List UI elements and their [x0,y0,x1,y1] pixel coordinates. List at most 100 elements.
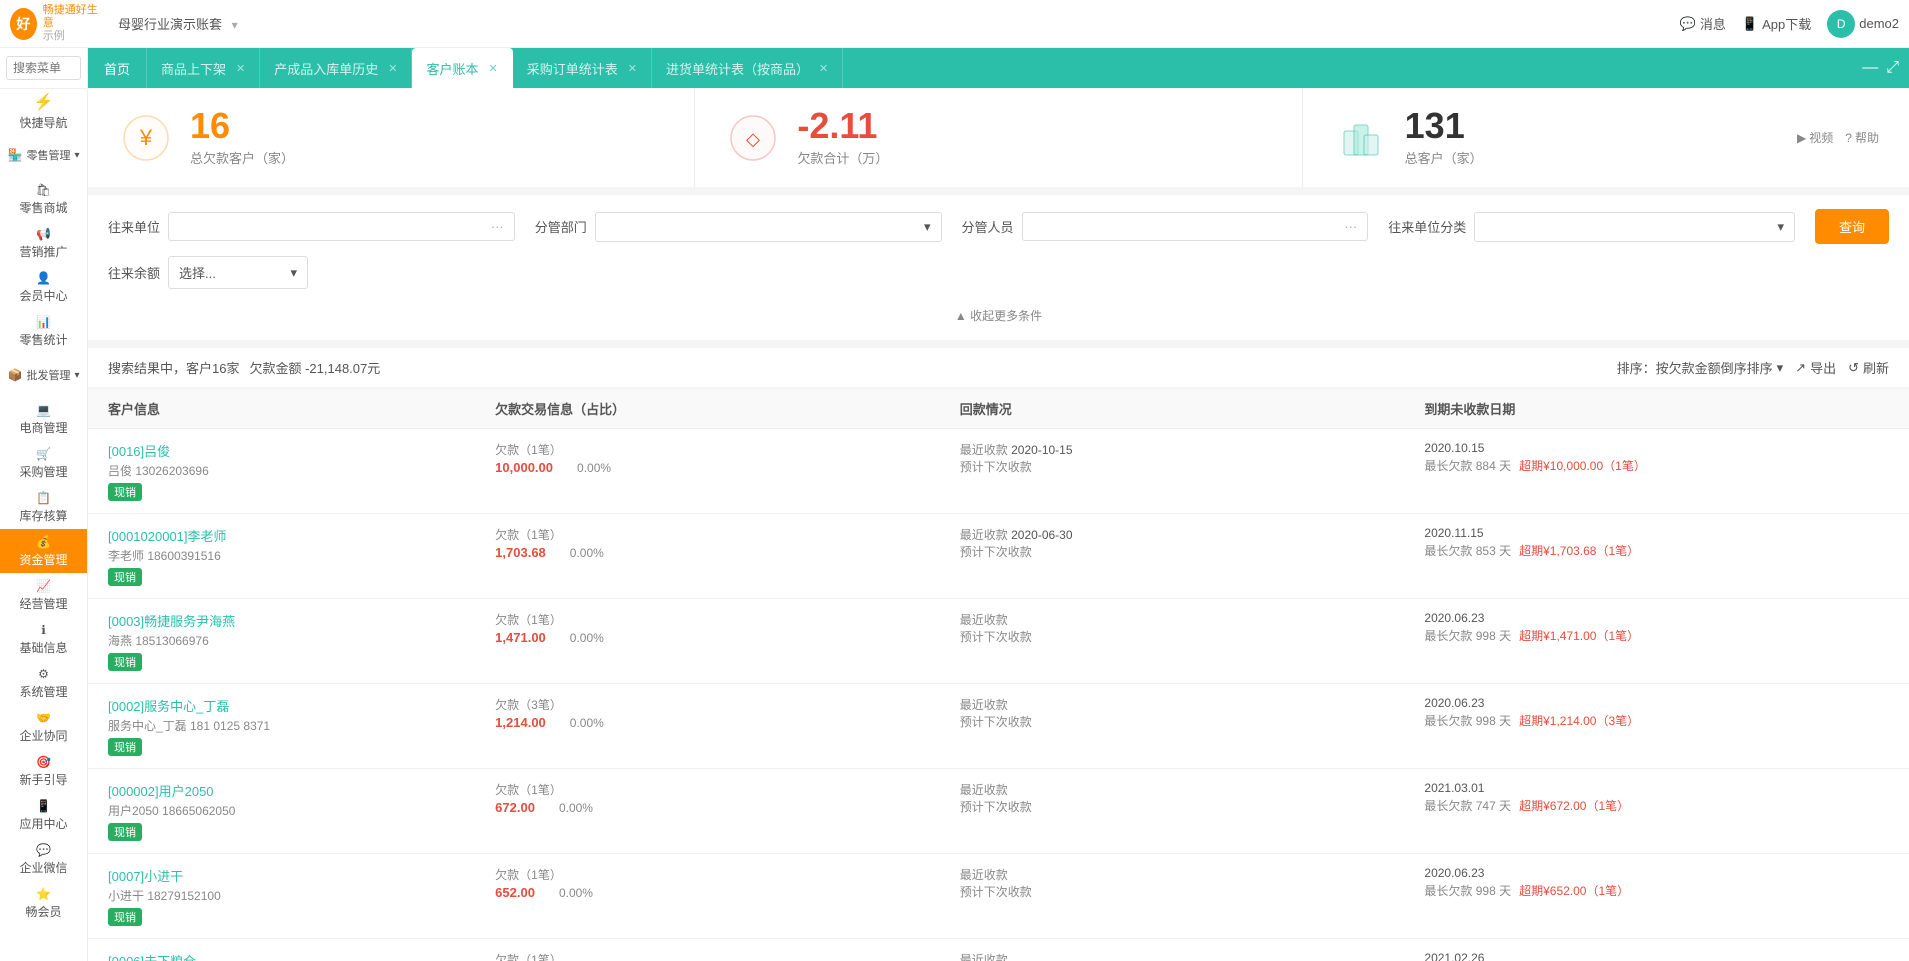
username: demo2 [1859,16,1899,31]
customer-tag: 现销 [108,483,142,501]
overdue-link[interactable]: 超期¥652.00（1笔） [1519,882,1629,899]
tab-home[interactable]: 首页 [88,48,147,88]
sidebar-item-purchase-mgmt[interactable]: 🛒 采购管理 [0,441,87,485]
overdue-cell: 2021.02.26 最长欠款 750 天 超期¥455.90（1笔） [1424,951,1889,961]
next-return-label: 预计下次收款 [960,713,1425,730]
search-input[interactable] [6,56,81,80]
sidebar-label-capital: 资金管理 [19,551,67,568]
tab-close-icon[interactable]: ✕ [236,62,245,75]
overdue-cell: 2020.10.15 最长欠款 884 天 超期¥10,000.00（1笔） [1424,441,1889,474]
customer-name-link[interactable]: [0016]吕俊 [108,444,170,459]
export-button[interactable]: ↗ 导出 [1795,358,1836,377]
tab-minimize-icon[interactable]: — [1862,59,1878,77]
sidebar-item-inventory[interactable]: 📋 库存核算 [0,485,87,529]
ecom-icon: 💻 [36,403,51,417]
sidebar-item-enterprise-wechat[interactable]: 💬 企业微信 [0,837,87,881]
sidebar-item-retail-mgmt[interactable]: 🏪 零售管理 ▾ [0,133,87,177]
refresh-icon: ↺ [1848,360,1859,376]
chevron-down-dept: ▾ [924,219,931,235]
sidebar-item-app-center[interactable]: 📱 应用中心 [0,793,87,837]
message-btn[interactable]: 💬 消息 [1680,14,1726,33]
user-area[interactable]: D demo2 [1827,10,1899,38]
result-actions: 排序：按欠款金额倒序排序 ▾ ↗ 导出 ↺ 刷新 [1617,358,1889,377]
sidebar-item-batch-mgmt[interactable]: 📦 批发管理 ▾ [0,353,87,397]
sidebar-item-retail-mall[interactable]: 🛍 零售商城 [0,177,87,221]
download-icon: 📱 [1742,16,1758,32]
overdue-link[interactable]: 超期¥1,471.00（1笔） [1519,627,1639,644]
sidebar-label-batch-mgmt: 批发管理 [26,367,70,383]
sidebar-item-member-center[interactable]: 👤 会员中心 [0,265,87,309]
tab-close-icon-5[interactable]: ✕ [819,62,828,75]
debt-label: 欠款（1笔） [495,781,960,798]
app-subtitle: 示例 [43,30,98,43]
tab-maximize-icon[interactable]: ⤢ [1886,59,1899,77]
sidebar-label-quick-nav: 快捷导航 [19,114,67,131]
sidebar-item-marketing[interactable]: 📢 营销推广 [0,221,87,265]
stat-card-total-customers: 131 总客户（家） ▶ 视频 ? 帮助 [1303,88,1909,187]
customer-name-link[interactable]: [0003]畅捷服务尹海燕 [108,614,235,629]
tab-close-icon-2[interactable]: ✕ [388,62,397,75]
tab-close-icon-4[interactable]: ✕ [628,62,637,75]
help-btn[interactable]: ? 帮助 [1845,129,1879,146]
sidebar-item-sys-mgmt[interactable]: ⚙ 系统管理 [0,661,87,705]
overdue-link[interactable]: 超期¥1,214.00（3笔） [1519,712,1639,729]
export-icon: ↗ [1795,360,1806,376]
sidebar-item-ecom-mgmt[interactable]: 💻 电商管理 [0,397,87,441]
app-center-icon: 📱 [36,799,51,813]
filter-area: 往来单位 ··· 分管部门 ▾ [88,195,1909,340]
unit-category-select[interactable]: ▾ [1474,212,1795,242]
tab-close-icon-3[interactable]: ✕ [489,62,498,75]
overdue-link[interactable]: 超期¥672.00（1笔） [1519,797,1629,814]
tab-goods-listing[interactable]: 商品上下架 ✕ [147,48,260,88]
tab-purchase-order[interactable]: 采购订单统计表 ✕ [513,48,652,88]
tab-product-inbound[interactable]: 产成品入库单历史 ✕ [260,48,412,88]
customer-name-link[interactable]: [0002]服务中心_丁磊 [108,699,229,714]
debt-amount: 1,214.00 [495,715,546,730]
source-unit-input[interactable]: ··· [168,212,515,241]
query-button[interactable]: 查询 [1815,209,1889,244]
stat-card-right-actions: ▶ 视频 ? 帮助 [1797,129,1879,146]
tab-inbound-stats-label: 进货单统计表（按商品） [666,59,809,78]
enterprise-wechat-icon: 💬 [36,843,51,857]
sort-button[interactable]: 排序：按欠款金额倒序排序 ▾ [1617,358,1784,377]
balance-select[interactable]: 选择... ▾ [168,256,308,289]
header-overdue: 到期未收款日期 [1424,399,1889,418]
app-download-btn[interactable]: 📱 App下载 [1742,14,1811,33]
filter-row-2: 往来余额 选择... ▾ [108,256,1889,289]
overdue-max-days: 最长欠款 853 天 [1424,542,1511,559]
video-btn[interactable]: ▶ 视频 [1797,129,1833,146]
header-debt: 欠款交易信息（占比） [495,399,960,418]
table-row: [0016]吕俊 吕俊 13026203696 现销 欠款（1笔） 10,000… [88,429,1909,514]
sidebar-item-enterprise-collab[interactable]: 🤝 企业协同 [0,705,87,749]
sidebar-label-member: 会员中心 [19,287,67,304]
customer-tag: 现销 [108,738,142,756]
new-guide-icon: 🎯 [36,755,51,769]
tab-inbound-stats[interactable]: 进货单统计表（按商品） ✕ [652,48,843,88]
return-cell: 最近收款 2020-10-15 预计下次收款 [960,441,1425,475]
customer-name-link[interactable]: [000002]用户2050 [108,784,214,799]
collapse-filters-btn[interactable]: ▲ 收起更多条件 [108,301,1889,330]
message-label: 消息 [1700,14,1726,33]
sidebar-item-biz-mgmt[interactable]: 📈 经营管理 [0,573,87,617]
branch-person-input[interactable]: ··· [1022,212,1369,241]
sidebar-item-capital-mgmt[interactable]: 💰 资金管理 [0,529,87,573]
tab-customer-ledger[interactable]: 客户账本 ✕ [412,48,512,88]
sidebar-item-member-plus[interactable]: ⭐ 畅会员 [0,881,87,925]
sidebar-item-basic-info[interactable]: ℹ 基础信息 [0,617,87,661]
overdue-link[interactable]: 超期¥10,000.00（1笔） [1519,457,1646,474]
table-row: [0001020001]李老师 李老师 18600391516 现销 欠款（1笔… [88,514,1909,599]
message-icon: 💬 [1680,16,1696,32]
customer-name-link[interactable]: [0001020001]李老师 [108,529,227,544]
table-row: [0002]服务中心_丁磊 服务中心_丁磊 181 0125 8371 现销 欠… [88,684,1909,769]
customer-name-link[interactable]: [0006]去下粮仓 [108,954,196,961]
sidebar-item-quick-nav[interactable]: ⚡ 快捷导航 [0,89,87,133]
overdue-link[interactable]: 超期¥1,703.68（1笔） [1519,542,1639,559]
refresh-button[interactable]: ↺ 刷新 [1848,358,1889,377]
sidebar-item-retail-stats[interactable]: 📊 零售统计 [0,309,87,353]
sidebar-label-retail-mgmt: 零售管理 [26,147,70,163]
branch-dept-select[interactable]: ▾ [595,212,942,242]
overdue-max-days: 最长欠款 998 天 [1424,882,1511,899]
debt-row: 1,471.00 0.00% [495,630,960,645]
customer-name-link[interactable]: [0007]小进干 [108,869,183,884]
sidebar-item-new-guide[interactable]: 🎯 新手引导 [0,749,87,793]
